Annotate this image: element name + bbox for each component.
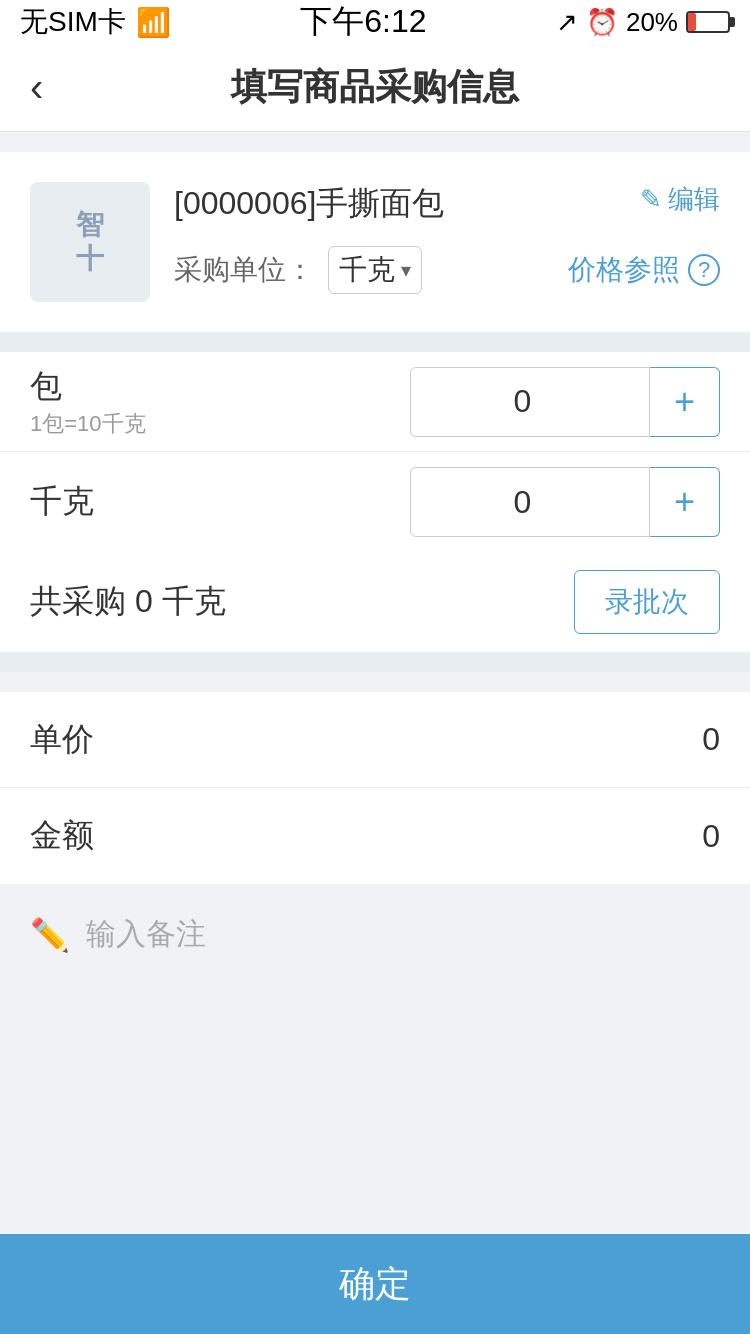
unit-label: 采购单位： (174, 251, 314, 289)
bag-input-row: 包 1包=10千克 + (0, 352, 750, 452)
kg-quantity-input[interactable] (410, 467, 650, 537)
amount-label: 金额 (30, 814, 94, 858)
nav-bar: ‹ 填写商品采购信息 (0, 44, 750, 132)
input-section: 包 1包=10千克 + 千克 + (0, 352, 750, 552)
edit-button[interactable]: ✎ 编辑 (640, 182, 720, 217)
wifi-icon: 📶 (136, 6, 171, 39)
unit-dropdown[interactable]: 千克 ▾ (328, 246, 422, 294)
bag-plus-button[interactable]: + (650, 367, 720, 437)
notes-section[interactable]: ✏️ 输入备注 (0, 884, 750, 985)
status-bar: 无SIM卡 📶 下午6:12 ↗ ⏰ 20% (0, 0, 750, 44)
info-icon: ? (688, 254, 720, 286)
product-card: 智 十 [0000006]手撕面包 ✎ 编辑 采购单位： 千克 ▾ 价格参照 ? (0, 152, 750, 332)
bag-input-right: + (190, 367, 720, 437)
kg-plus-button[interactable]: + (650, 467, 720, 537)
status-time: 下午6:12 (300, 0, 426, 44)
alarm-icon: ⏰ (586, 7, 618, 38)
section-divider-1 (0, 332, 750, 352)
section-divider-2 (0, 652, 750, 672)
unit-price-row: 单价 0 (0, 692, 750, 788)
confirm-button-label: 确定 (339, 1260, 411, 1309)
location-icon: ↗ (556, 7, 578, 38)
back-button[interactable]: ‹ (30, 65, 43, 110)
battery-icon (686, 11, 730, 33)
kg-label: 千克 (30, 480, 190, 524)
battery-percent: 20% (626, 7, 678, 38)
pencil-icon: ✏️ (30, 916, 70, 954)
bag-sub-label: 1包=10千克 (30, 409, 190, 439)
summary-row: 共采购 0 千克 录批次 (0, 552, 750, 652)
batch-button[interactable]: 录批次 (574, 570, 720, 634)
product-info: [0000006]手撕面包 ✎ 编辑 采购单位： 千克 ▾ 价格参照 ? (174, 182, 720, 294)
product-name: [0000006]手撕面包 (174, 182, 444, 226)
notes-placeholder: 输入备注 (86, 914, 206, 955)
summary-text: 共采购 0 千克 (30, 580, 226, 624)
product-logo: 智 十 (76, 208, 104, 275)
price-section: 单价 0 金额 0 (0, 692, 750, 884)
amount-row: 金额 0 (0, 788, 750, 884)
status-left: 无SIM卡 📶 (20, 3, 171, 41)
price-ref-button[interactable]: 价格参照 ? (568, 251, 720, 289)
amount-value: 0 (702, 818, 720, 855)
product-thumbnail: 智 十 (30, 182, 150, 302)
status-right: ↗ ⏰ 20% (556, 7, 730, 38)
battery-fill (688, 13, 696, 31)
kg-input-row: 千克 + (0, 452, 750, 552)
kg-input-right: + (190, 467, 720, 537)
confirm-button-area[interactable]: 确定 (0, 1234, 750, 1334)
product-unit-row: 采购单位： 千克 ▾ 价格参照 ? (174, 246, 720, 294)
bag-quantity-input[interactable] (410, 367, 650, 437)
unit-price-label: 单价 (30, 718, 94, 762)
product-header: [0000006]手撕面包 ✎ 编辑 (174, 182, 720, 226)
page-title: 填写商品采购信息 (231, 63, 519, 112)
bag-label: 包 1包=10千克 (30, 365, 190, 439)
carrier-text: 无SIM卡 (20, 3, 126, 41)
unit-price-value: 0 (702, 721, 720, 758)
